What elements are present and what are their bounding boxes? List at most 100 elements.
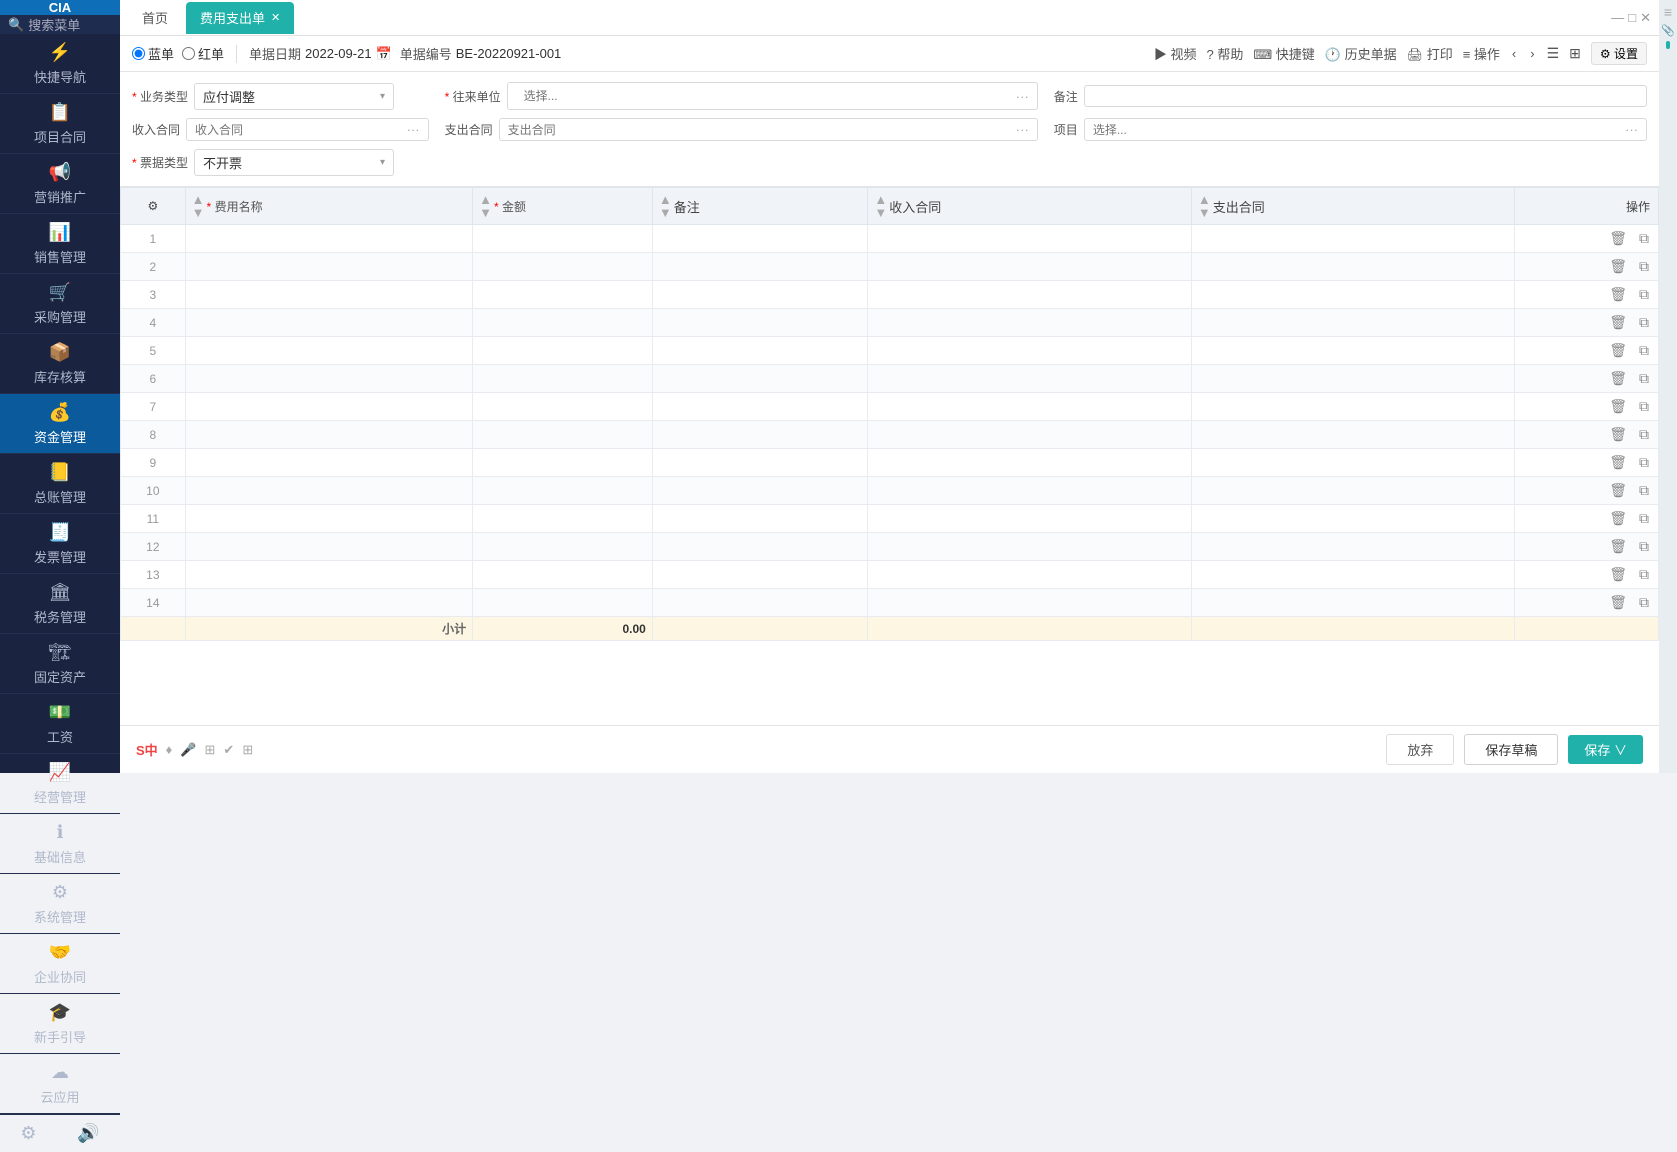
row-copy-5[interactable]: ⧉: [1636, 341, 1652, 360]
sidebar-item-xitong[interactable]: ⚙系统管理: [0, 874, 120, 934]
row-name-11[interactable]: [185, 505, 472, 533]
row-copy-13[interactable]: ⧉: [1636, 565, 1652, 584]
footer-icon-check[interactable]: ✔: [223, 742, 234, 758]
sidebar-item-kuaijie[interactable]: ⚡快捷导航: [0, 34, 120, 94]
save-button[interactable]: 保存 ∨: [1568, 735, 1643, 764]
set-button[interactable]: ⚙ 设置: [1591, 42, 1647, 65]
panel-green[interactable]: [1666, 41, 1670, 49]
tab-home[interactable]: 首页: [128, 2, 182, 34]
row-amount-13[interactable]: [473, 561, 653, 589]
row-name-3[interactable]: [185, 281, 472, 309]
row-note-10[interactable]: [652, 477, 868, 505]
business-type-select[interactable]: 应付调整 ▾: [194, 83, 394, 110]
row-note-5[interactable]: [652, 337, 868, 365]
row-copy-8[interactable]: ⧉: [1636, 425, 1652, 444]
row-copy-4[interactable]: ⧉: [1636, 313, 1652, 332]
draft-button[interactable]: 保存草稿: [1464, 734, 1558, 765]
project-dots[interactable]: ···: [1625, 122, 1638, 137]
row-note-4[interactable]: [652, 309, 868, 337]
sidebar-item-shuiwu[interactable]: 🏛税务管理: [0, 574, 120, 634]
amount-sort-icon[interactable]: ▲▼: [479, 193, 492, 219]
row-amount-3[interactable]: [473, 281, 653, 309]
expense-contract-dots[interactable]: ···: [1016, 122, 1029, 137]
row-copy-12[interactable]: ⧉: [1636, 537, 1652, 556]
row-copy-2[interactable]: ⧉: [1636, 257, 1652, 276]
row-amount-7[interactable]: [473, 393, 653, 421]
calendar-icon[interactable]: 📅: [376, 46, 392, 62]
row-note-1[interactable]: [652, 225, 868, 253]
sidebar-item-yun[interactable]: ☁云应用: [0, 1054, 120, 1114]
row-income-3[interactable]: [868, 281, 1191, 309]
row-name-10[interactable]: [185, 477, 472, 505]
row-copy-3[interactable]: ⧉: [1636, 285, 1652, 304]
row-amount-11[interactable]: [473, 505, 653, 533]
row-delete-9[interactable]: 🗑: [1606, 453, 1630, 472]
row-note-9[interactable]: [652, 449, 868, 477]
row-expense-6[interactable]: [1191, 365, 1514, 393]
partner-input[interactable]: [516, 86, 1012, 106]
row-delete-1[interactable]: 🗑: [1606, 229, 1630, 248]
row-copy-7[interactable]: ⧉: [1636, 397, 1652, 416]
row-delete-2[interactable]: 🗑: [1606, 257, 1630, 276]
expense-sort-icon[interactable]: ▲▼: [1198, 193, 1211, 219]
tab-expense-close[interactable]: ✕: [271, 11, 280, 24]
window-close[interactable]: ✕: [1640, 10, 1651, 26]
row-note-11[interactable]: [652, 505, 868, 533]
row-expense-1[interactable]: [1191, 225, 1514, 253]
row-income-14[interactable]: [868, 589, 1191, 617]
row-delete-14[interactable]: 🗑: [1606, 593, 1630, 612]
row-copy-1[interactable]: ⧉: [1636, 229, 1652, 248]
sidebar-item-xiangmu[interactable]: 📋项目合同: [0, 94, 120, 154]
sidebar-item-jichu[interactable]: ℹ基础信息: [0, 814, 120, 874]
row-name-6[interactable]: [185, 365, 472, 393]
sidebar-item-zhangben[interactable]: 📒总账管理: [0, 454, 120, 514]
footer-icon-diamond[interactable]: ♦: [166, 742, 173, 757]
row-note-7[interactable]: [652, 393, 868, 421]
row-expense-11[interactable]: [1191, 505, 1514, 533]
project-input[interactable]: [1093, 123, 1621, 137]
invoice-type-select[interactable]: 不开票 ▾: [194, 149, 394, 176]
row-delete-10[interactable]: 🗑: [1606, 481, 1630, 500]
row-amount-12[interactable]: [473, 533, 653, 561]
row-copy-14[interactable]: ⧉: [1636, 593, 1652, 612]
row-income-8[interactable]: [868, 421, 1191, 449]
row-name-2[interactable]: [185, 253, 472, 281]
nav-right[interactable]: ›: [1528, 46, 1536, 61]
row-note-8[interactable]: [652, 421, 868, 449]
row-delete-5[interactable]: 🗑: [1606, 341, 1630, 360]
row-income-13[interactable]: [868, 561, 1191, 589]
row-delete-13[interactable]: 🗑: [1606, 565, 1630, 584]
expense-contract-input[interactable]: [508, 123, 1012, 137]
income-sort-icon[interactable]: ▲▼: [874, 193, 887, 219]
row-amount-5[interactable]: [473, 337, 653, 365]
window-minimize[interactable]: —: [1611, 10, 1624, 25]
footer-icon-s[interactable]: S中: [136, 740, 158, 759]
toolbar-help[interactable]: ? 帮助: [1207, 44, 1244, 63]
row-income-7[interactable]: [868, 393, 1191, 421]
row-income-4[interactable]: [868, 309, 1191, 337]
settings-icon[interactable]: ⚙: [20, 1123, 36, 1144]
toolbar-operation[interactable]: ≡ 操作: [1463, 44, 1500, 63]
row-name-12[interactable]: [185, 533, 472, 561]
row-note-3[interactable]: [652, 281, 868, 309]
row-expense-13[interactable]: [1191, 561, 1514, 589]
row-delete-12[interactable]: 🗑: [1606, 537, 1630, 556]
radio-blue[interactable]: 蓝单: [132, 44, 174, 63]
row-delete-4[interactable]: 🗑: [1606, 313, 1630, 332]
row-income-2[interactable]: [868, 253, 1191, 281]
row-name-13[interactable]: [185, 561, 472, 589]
row-income-5[interactable]: [868, 337, 1191, 365]
row-name-14[interactable]: [185, 589, 472, 617]
sidebar-item-kucun[interactable]: 📦库存核算: [0, 334, 120, 394]
sidebar-item-xiaoshou[interactable]: 📊销售管理: [0, 214, 120, 274]
row-name-9[interactable]: [185, 449, 472, 477]
row-amount-2[interactable]: [473, 253, 653, 281]
row-expense-3[interactable]: [1191, 281, 1514, 309]
row-note-12[interactable]: [652, 533, 868, 561]
row-note-13[interactable]: [652, 561, 868, 589]
row-amount-14[interactable]: [473, 589, 653, 617]
row-amount-1[interactable]: [473, 225, 653, 253]
row-note-6[interactable]: [652, 365, 868, 393]
sidebar-item-zijin[interactable]: 💰资金管理: [0, 394, 120, 454]
row-delete-8[interactable]: 🗑: [1606, 425, 1630, 444]
